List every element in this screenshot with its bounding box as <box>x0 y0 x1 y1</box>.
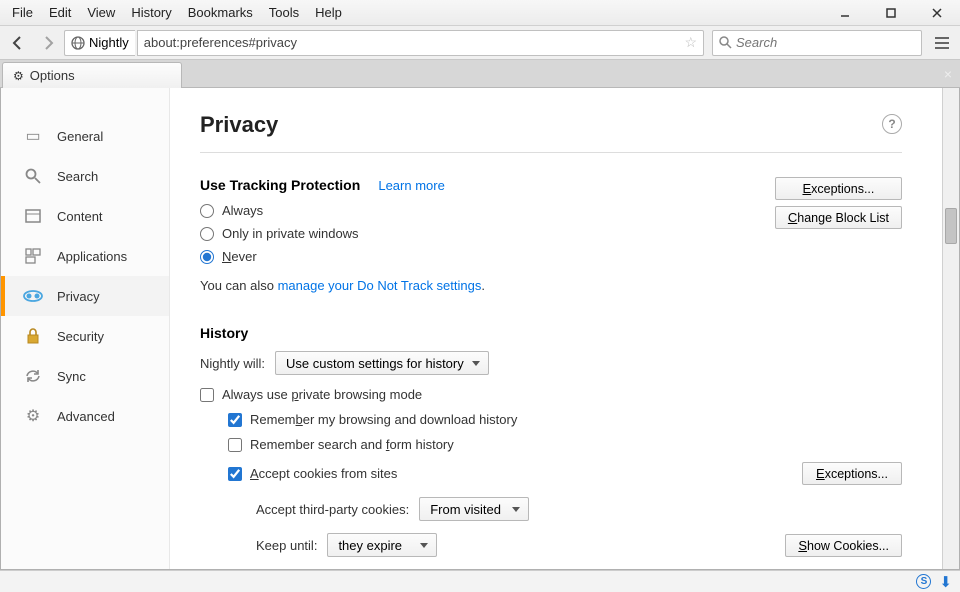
tab-options[interactable]: ⚙ Options <box>2 62 182 88</box>
always-private-checkbox[interactable]: Always use private browsing mode <box>200 387 902 402</box>
learn-more-link[interactable]: Learn more <box>378 178 444 193</box>
content-area: ▭ General Search Content Applications <box>0 88 960 570</box>
download-icon[interactable]: ⬇ <box>939 573 952 591</box>
third-party-select[interactable]: From visited <box>419 497 529 521</box>
menu-file[interactable]: File <box>4 2 41 23</box>
sidebar-item-sync[interactable]: Sync <box>1 356 169 396</box>
sidebar-item-content[interactable]: Content <box>1 196 169 236</box>
tracking-private-radio[interactable]: Only in private windows <box>200 226 485 241</box>
sidebar-item-label: Advanced <box>57 409 115 424</box>
sidebar-item-label: Sync <box>57 369 86 384</box>
maximize-button[interactable] <box>868 0 914 26</box>
general-icon: ▭ <box>23 126 43 146</box>
search-icon <box>719 36 732 49</box>
sidebar-item-label: General <box>57 129 103 144</box>
tab-label: Options <box>30 68 75 83</box>
nightly-will-label: Nightly will: <box>200 356 265 371</box>
sidebar-item-advanced[interactable]: ⚙ Advanced <box>1 396 169 436</box>
status-icon-s[interactable]: S <box>916 574 931 589</box>
history-heading: History <box>200 325 902 341</box>
tracking-never-radio[interactable]: Never <box>200 249 485 264</box>
back-icon <box>10 35 26 51</box>
gear-icon: ⚙ <box>13 69 24 83</box>
remember-search-checkbox[interactable]: Remember search and form history <box>228 437 902 452</box>
identity-box[interactable]: Nightly <box>64 30 135 56</box>
sidebar-item-label: Privacy <box>57 289 100 304</box>
sidebar-item-security[interactable]: Security <box>1 316 169 356</box>
history-mode-select[interactable]: Use custom settings for history <box>275 351 489 375</box>
sidebar-item-applications[interactable]: Applications <box>1 236 169 276</box>
sidebar-item-label: Applications <box>57 249 127 264</box>
remember-history-checkbox[interactable]: Remember my browsing and download histor… <box>228 412 902 427</box>
scrollbar-thumb[interactable] <box>945 208 957 244</box>
sidebar-item-general[interactable]: ▭ General <box>1 116 169 156</box>
sidebar-item-label: Security <box>57 329 104 344</box>
privacy-icon <box>23 286 43 306</box>
menu-bookmarks[interactable]: Bookmarks <box>180 2 261 23</box>
close-icon <box>932 8 942 18</box>
minimize-icon <box>840 8 850 18</box>
tracking-exceptions-button[interactable]: Exceptions... <box>775 177 902 200</box>
menu-tools[interactable]: Tools <box>261 2 307 23</box>
dnt-link[interactable]: manage your Do Not Track settings <box>278 278 482 293</box>
keep-until-select[interactable]: they expire <box>327 533 437 557</box>
keep-until-label: Keep until: <box>256 538 317 553</box>
tabstrip: ⚙ Options × <box>0 60 960 88</box>
forward-button[interactable] <box>34 29 62 57</box>
menu-button[interactable] <box>928 29 956 57</box>
accept-cookies-checkbox[interactable]: Accept cookies from sites <box>228 466 397 481</box>
divider <box>200 152 902 153</box>
sidebar-item-label: Search <box>57 169 98 184</box>
tracking-heading: Use Tracking Protection <box>200 177 360 193</box>
back-button[interactable] <box>4 29 32 57</box>
sidebar-item-privacy[interactable]: Privacy <box>1 276 169 316</box>
searchbar-input[interactable] <box>736 35 915 50</box>
help-button[interactable]: ? <box>882 114 902 134</box>
urlbar-input[interactable] <box>144 35 685 50</box>
identity-label: Nightly <box>89 35 129 50</box>
dnt-text: You can also manage your Do Not Track se… <box>200 278 485 293</box>
preferences-sidebar: ▭ General Search Content Applications <box>1 88 169 569</box>
show-cookies-button[interactable]: Show Cookies... <box>785 534 902 557</box>
menu-history[interactable]: History <box>123 2 179 23</box>
minimize-button[interactable] <box>822 0 868 26</box>
menu-help[interactable]: Help <box>307 2 350 23</box>
scrollbar[interactable] <box>942 88 959 569</box>
urlbar[interactable]: ☆ <box>137 30 704 56</box>
close-button[interactable] <box>914 0 960 26</box>
lock-icon <box>23 326 43 346</box>
maximize-icon <box>886 8 896 18</box>
window-controls <box>822 0 960 26</box>
sidebar-item-search[interactable]: Search <box>1 156 169 196</box>
menu-edit[interactable]: Edit <box>41 2 79 23</box>
sync-icon <box>23 366 43 386</box>
menubar: File Edit View History Bookmarks Tools H… <box>0 0 960 26</box>
bookmark-star-icon[interactable]: ☆ <box>684 34 697 51</box>
tabs-close-icon[interactable]: × <box>944 66 952 82</box>
globe-icon <box>71 36 85 50</box>
menu-view[interactable]: View <box>79 2 123 23</box>
statusbar: S ⬇ <box>0 570 960 592</box>
hamburger-icon <box>934 36 950 50</box>
tracking-always-radio[interactable]: Always <box>200 203 485 218</box>
forward-icon <box>40 35 56 51</box>
third-party-label: Accept third-party cookies: <box>256 502 409 517</box>
cookies-exceptions-button[interactable]: Exceptions... <box>802 462 902 485</box>
change-block-list-button[interactable]: Change Block List <box>775 206 902 229</box>
content-icon <box>23 206 43 226</box>
search-icon <box>23 166 43 186</box>
sidebar-item-label: Content <box>57 209 103 224</box>
main-panel: ? Privacy Use Tracking Protection Learn … <box>169 88 942 569</box>
page-title: Privacy <box>200 112 902 138</box>
applications-icon <box>23 246 43 266</box>
gear-icon: ⚙ <box>23 406 43 426</box>
navbar: Nightly ☆ <box>0 26 960 60</box>
searchbar[interactable] <box>712 30 922 56</box>
